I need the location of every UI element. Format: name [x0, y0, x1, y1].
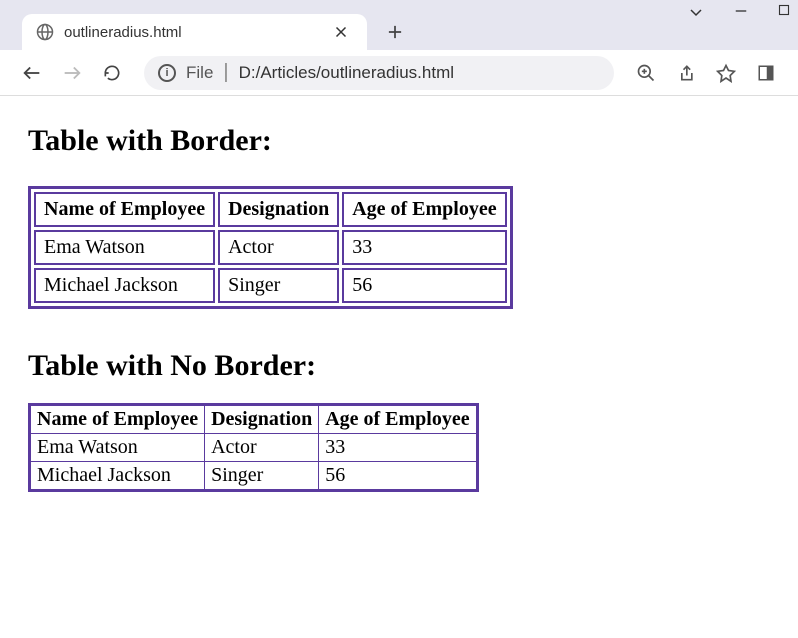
col-header: Designation	[218, 192, 339, 227]
cell: 56	[342, 268, 506, 303]
cell: Actor	[218, 230, 339, 265]
cell: 33	[319, 434, 477, 462]
window-controls	[688, 4, 790, 20]
address-bar[interactable]: i File | D:/Articles/outlineradius.html	[144, 56, 614, 90]
url-separator: |	[223, 61, 228, 84]
col-header: Age of Employee	[342, 192, 506, 227]
zoom-icon[interactable]	[632, 59, 660, 87]
browser-titlebar: outlineradius.html	[0, 0, 798, 50]
table-row: Name of Employee Designation Age of Empl…	[34, 192, 507, 227]
heading-border: Table with Border:	[28, 124, 770, 158]
cell: 33	[342, 230, 506, 265]
browser-toolbar: i File | D:/Articles/outlineradius.html	[0, 50, 798, 96]
maximize-icon[interactable]	[778, 4, 790, 20]
col-header: Designation	[205, 405, 319, 434]
cell: 56	[319, 462, 477, 491]
forward-button[interactable]	[58, 59, 86, 87]
cell: Michael Jackson	[30, 462, 205, 491]
close-tab-button[interactable]	[329, 20, 353, 44]
table-row: Name of Employee Designation Age of Empl…	[30, 405, 478, 434]
table-row: Ema Watson Actor 33	[34, 230, 507, 265]
cell: Ema Watson	[34, 230, 215, 265]
new-tab-button[interactable]	[379, 16, 411, 48]
reload-button[interactable]	[98, 59, 126, 87]
globe-icon	[36, 23, 54, 41]
col-header: Name of Employee	[34, 192, 215, 227]
url-path: D:/Articles/outlineradius.html	[239, 63, 454, 83]
tab-title: outlineradius.html	[64, 24, 329, 41]
star-icon[interactable]	[712, 59, 740, 87]
table-row: Michael Jackson Singer 56	[30, 462, 478, 491]
col-header: Age of Employee	[319, 405, 477, 434]
table-row: Michael Jackson Singer 56	[34, 268, 507, 303]
col-header: Name of Employee	[30, 405, 205, 434]
minimize-icon[interactable]	[734, 4, 748, 20]
back-button[interactable]	[18, 59, 46, 87]
table-row: Ema Watson Actor 33	[30, 434, 478, 462]
chevron-down-icon[interactable]	[688, 4, 704, 20]
table-with-border: Name of Employee Designation Age of Empl…	[28, 186, 513, 309]
cell: Singer	[218, 268, 339, 303]
cell: Singer	[205, 462, 319, 491]
sidepanel-icon[interactable]	[752, 59, 780, 87]
page-content: Table with Border: Name of Employee Desi…	[0, 96, 798, 520]
cell: Actor	[205, 434, 319, 462]
browser-tab[interactable]: outlineradius.html	[22, 14, 367, 50]
heading-no-border: Table with No Border:	[28, 349, 770, 383]
cell: Michael Jackson	[34, 268, 215, 303]
url-scheme: File	[186, 63, 213, 83]
info-icon[interactable]: i	[158, 64, 176, 82]
table-no-border: Name of Employee Designation Age of Empl…	[28, 403, 479, 492]
share-icon[interactable]	[672, 59, 700, 87]
cell: Ema Watson	[30, 434, 205, 462]
